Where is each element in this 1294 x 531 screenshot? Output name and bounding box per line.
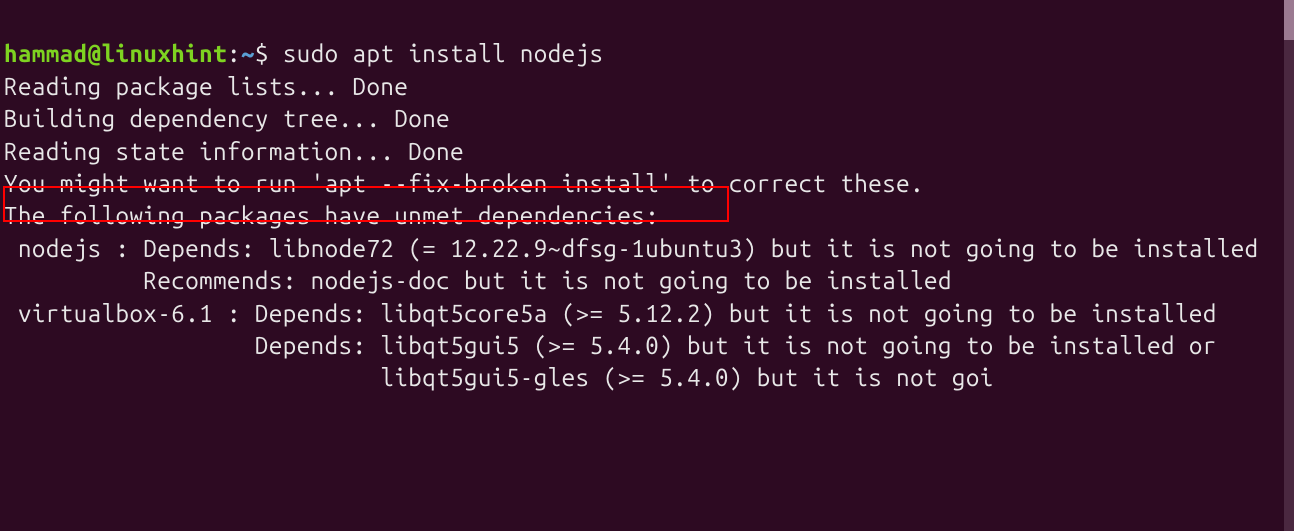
command-input: sudo apt install nodejs bbox=[283, 40, 604, 67]
output-dependency-line: nodejs : Depends: libnode72 (= 12.22.9~d… bbox=[4, 235, 1259, 262]
prompt-separator: : bbox=[227, 40, 241, 67]
prompt-symbol: $ bbox=[255, 40, 269, 67]
output-dependency-line: libqt5gui5-gles (>= 5.4.0) but it is not… bbox=[4, 364, 994, 391]
prompt-path: ~ bbox=[241, 40, 255, 67]
output-dependency-line: Depends: libqt5gui5 (>= 5.4.0) but it is… bbox=[4, 332, 1217, 359]
output-line: Reading package lists... Done bbox=[4, 73, 408, 100]
output-line: Building dependency tree... Done bbox=[4, 105, 450, 132]
output-unmet-deps-header: The following packages have unmet depend… bbox=[4, 202, 659, 229]
output-line: You might want to run 'apt --fix-broken … bbox=[4, 170, 924, 197]
output-line: Reading state information... Done bbox=[4, 138, 464, 165]
terminal-window[interactable]: hammad@linuxhint:~$ sudo apt install nod… bbox=[4, 6, 1290, 395]
scrollbar-thumb[interactable] bbox=[1284, 0, 1294, 40]
terminal-prompt: hammad@linuxhint:~$ bbox=[4, 40, 269, 67]
output-dependency-line: Recommends: nodejs-doc but it is not goi… bbox=[4, 267, 952, 294]
scrollbar-track[interactable] bbox=[1284, 0, 1294, 531]
prompt-user-host: hammad@linuxhint bbox=[4, 40, 227, 67]
output-dependency-line: virtualbox-6.1 : Depends: libqt5core5a (… bbox=[4, 300, 1217, 327]
